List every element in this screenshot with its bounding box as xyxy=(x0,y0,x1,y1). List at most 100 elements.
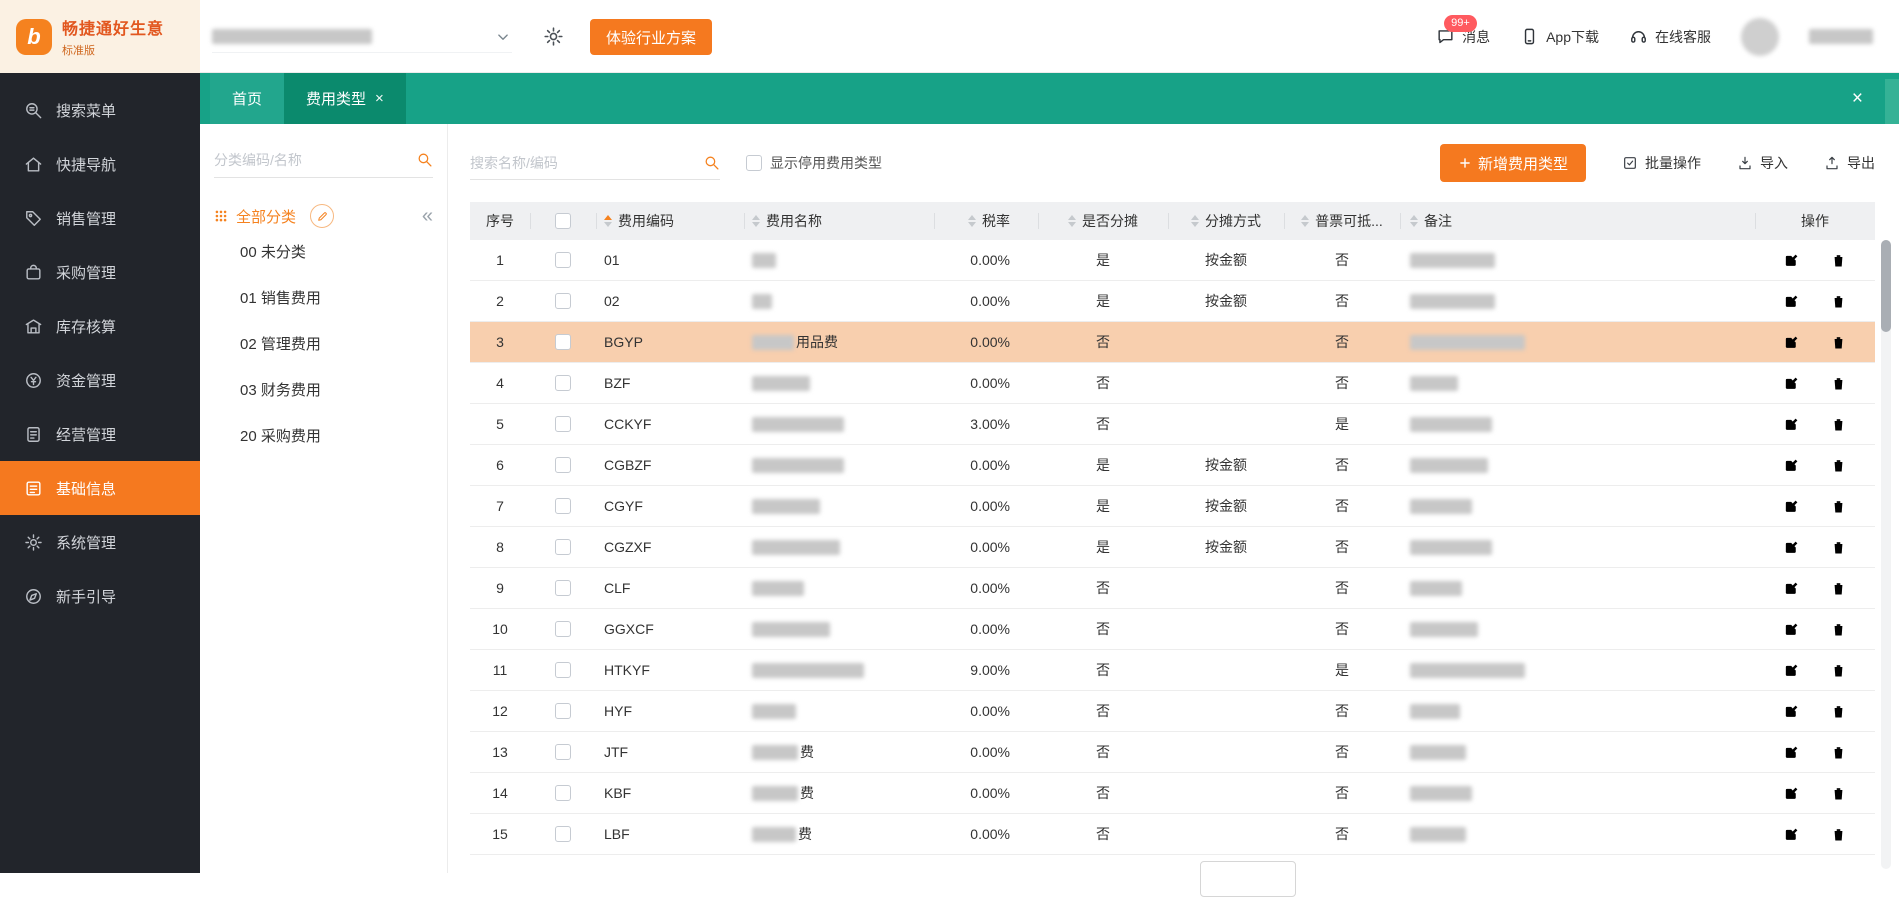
col-header-code[interactable]: 费用编码 xyxy=(596,202,744,240)
sidebar-item-operations[interactable]: 经营管理 xyxy=(0,407,200,461)
col-header-tax[interactable]: 税率 xyxy=(934,202,1038,240)
vertical-scrollbar[interactable] xyxy=(1881,240,1891,869)
table-row[interactable]: 4 BZF 0.00% 否 否 xyxy=(470,363,1875,404)
close-tab-icon[interactable]: × xyxy=(375,90,384,107)
messages-button[interactable]: 99+ 消息 xyxy=(1436,14,1490,47)
edit-icon[interactable] xyxy=(1783,252,1800,269)
avatar[interactable] xyxy=(1741,17,1779,56)
tab-expense-type[interactable]: 费用类型 × xyxy=(284,73,406,124)
row-checkbox[interactable] xyxy=(530,322,596,362)
tab-home[interactable]: 首页 xyxy=(210,73,285,124)
category-item[interactable]: 00 未分类 xyxy=(214,228,433,274)
sort-icon[interactable] xyxy=(1301,215,1310,227)
col-header-share[interactable]: 是否分摊 xyxy=(1038,202,1168,240)
edit-icon[interactable] xyxy=(1783,621,1800,638)
sort-icon[interactable] xyxy=(1191,215,1199,227)
sidebar-item-funds[interactable]: 资金管理 xyxy=(0,353,200,407)
row-checkbox[interactable] xyxy=(530,732,596,772)
edit-icon[interactable] xyxy=(1783,375,1800,392)
export-button[interactable]: 导出 xyxy=(1824,153,1875,173)
sort-icon[interactable] xyxy=(968,215,976,227)
table-row[interactable]: 12 HYF 0.00% 否 否 xyxy=(470,691,1875,732)
category-item[interactable]: 01 销售费用 xyxy=(214,274,433,320)
sort-icon[interactable] xyxy=(752,215,760,227)
trash-icon[interactable] xyxy=(1830,416,1847,433)
settings-gear-icon[interactable] xyxy=(543,26,564,47)
batch-actions-button[interactable]: 批量操作 xyxy=(1622,153,1701,173)
sidebar-item-inventory[interactable]: 库存核算 xyxy=(0,299,200,353)
trash-icon[interactable] xyxy=(1830,375,1847,392)
trash-icon[interactable] xyxy=(1830,580,1847,597)
sort-icon[interactable] xyxy=(1410,215,1418,227)
category-item[interactable]: 03 财务费用 xyxy=(214,366,433,412)
row-checkbox[interactable] xyxy=(530,363,596,403)
edit-icon[interactable] xyxy=(1783,703,1800,720)
category-item[interactable]: 20 采购费用 xyxy=(214,412,433,458)
trash-icon[interactable] xyxy=(1830,826,1847,843)
table-row[interactable]: 6 CGBZF 0.00% 是 按金额 否 xyxy=(470,445,1875,486)
app-download-button[interactable]: App下载 xyxy=(1520,27,1599,47)
tab-overflow-button[interactable] xyxy=(1885,79,1899,124)
table-row[interactable]: 8 CGZXF 0.00% 是 按金额 否 xyxy=(470,527,1875,568)
table-row[interactable]: 10 GGXCF 0.00% 否 否 xyxy=(470,609,1875,650)
edit-icon[interactable] xyxy=(1783,416,1800,433)
edit-icon[interactable] xyxy=(1783,334,1800,351)
row-checkbox[interactable] xyxy=(530,240,596,280)
table-row[interactable]: 15 LBF 费 0.00% 否 否 xyxy=(470,814,1875,855)
trash-icon[interactable] xyxy=(1830,293,1847,310)
row-checkbox[interactable] xyxy=(530,281,596,321)
trash-icon[interactable] xyxy=(1830,334,1847,351)
sidebar-item-search-menu[interactable]: 搜索菜单 xyxy=(0,83,200,137)
trash-icon[interactable] xyxy=(1830,703,1847,720)
row-checkbox[interactable] xyxy=(530,486,596,526)
edit-icon[interactable] xyxy=(1783,785,1800,802)
table-row[interactable]: 3 BGYP 用品费 0.00% 否 否 xyxy=(470,322,1875,363)
sidebar-item-system[interactable]: 系统管理 xyxy=(0,515,200,569)
edit-icon[interactable] xyxy=(1783,539,1800,556)
trash-icon[interactable] xyxy=(1830,457,1847,474)
edit-icon[interactable] xyxy=(1783,580,1800,597)
table-row[interactable]: 9 CLF 0.00% 否 否 xyxy=(470,568,1875,609)
sort-icon[interactable] xyxy=(1068,215,1076,227)
sidebar-item-quick-nav[interactable]: 快捷导航 xyxy=(0,137,200,191)
trash-icon[interactable] xyxy=(1830,539,1847,556)
search-icon[interactable] xyxy=(416,151,433,168)
pagination-control[interactable] xyxy=(1200,861,1296,897)
all-categories-link[interactable]: 全部分类 xyxy=(236,206,296,227)
trash-icon[interactable] xyxy=(1830,744,1847,761)
table-row[interactable]: 1 01 0.00% 是 按金额 否 xyxy=(470,240,1875,281)
col-header-deduct[interactable]: 普票可抵... xyxy=(1284,202,1400,240)
sidebar-item-guide[interactable]: 新手引导 xyxy=(0,569,200,623)
close-icon[interactable]: × xyxy=(1852,73,1863,124)
row-checkbox[interactable] xyxy=(530,609,596,649)
sidebar-item-purchase[interactable]: 采购管理 xyxy=(0,245,200,299)
edit-category-icon[interactable] xyxy=(310,204,335,228)
row-checkbox[interactable] xyxy=(530,527,596,567)
trash-icon[interactable] xyxy=(1830,498,1847,515)
edit-icon[interactable] xyxy=(1783,744,1800,761)
checkbox-icon[interactable] xyxy=(555,213,571,229)
edit-icon[interactable] xyxy=(1783,498,1800,515)
org-selector-dropdown[interactable] xyxy=(212,21,512,53)
sort-icon[interactable] xyxy=(604,215,612,227)
row-checkbox[interactable] xyxy=(530,814,596,854)
import-button[interactable]: 导入 xyxy=(1737,153,1788,173)
row-checkbox[interactable] xyxy=(530,691,596,731)
row-checkbox[interactable] xyxy=(530,773,596,813)
trash-icon[interactable] xyxy=(1830,785,1847,802)
trash-icon[interactable] xyxy=(1830,662,1847,679)
table-row[interactable]: 2 02 0.00% 是 按金额 否 xyxy=(470,281,1875,322)
edit-icon[interactable] xyxy=(1783,293,1800,310)
edit-icon[interactable] xyxy=(1783,457,1800,474)
show-disabled-checkbox[interactable]: 显示停用费用类型 xyxy=(746,153,882,173)
trash-icon[interactable] xyxy=(1830,252,1847,269)
col-header-method[interactable]: 分摊方式 xyxy=(1168,202,1284,240)
col-header-remark[interactable]: 备注 xyxy=(1400,202,1755,240)
category-search-input[interactable] xyxy=(214,151,416,168)
table-row[interactable]: 11 HTKYF 9.00% 否 是 xyxy=(470,650,1875,691)
trash-icon[interactable] xyxy=(1830,621,1847,638)
table-row[interactable]: 13 JTF 费 0.00% 否 否 xyxy=(470,732,1875,773)
row-checkbox[interactable] xyxy=(530,445,596,485)
edit-icon[interactable] xyxy=(1783,826,1800,843)
row-checkbox[interactable] xyxy=(530,568,596,608)
